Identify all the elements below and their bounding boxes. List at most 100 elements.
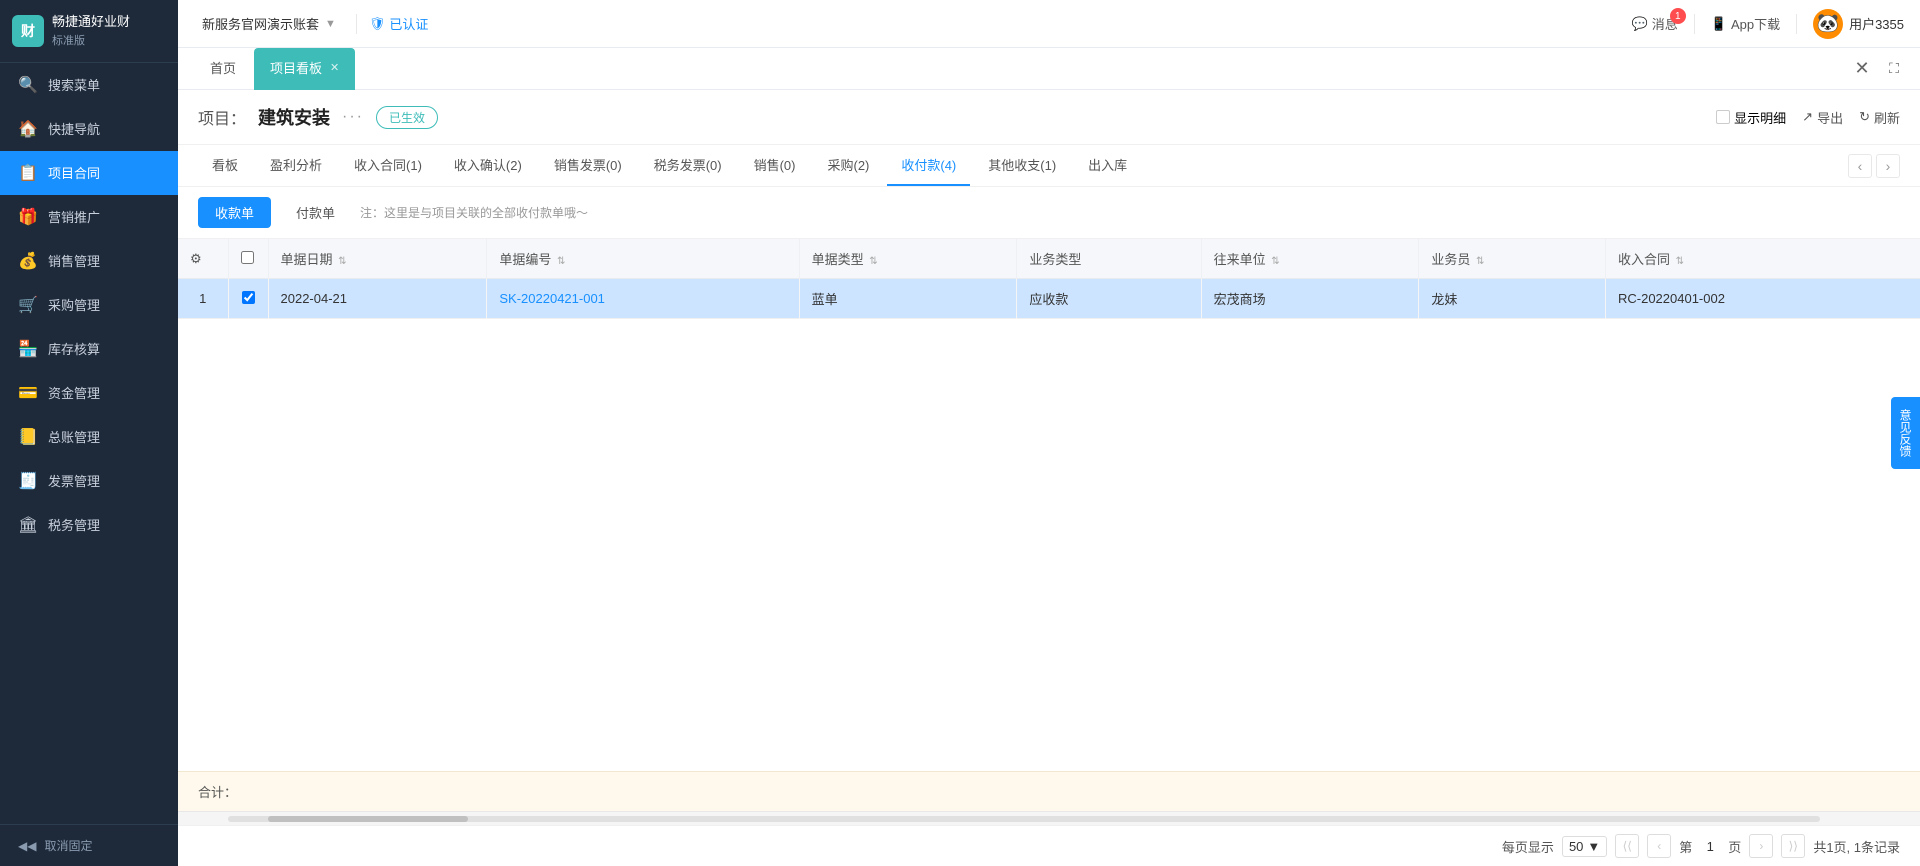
subnav-next-arrow[interactable]: › bbox=[1876, 154, 1900, 178]
more-button[interactable]: ··· bbox=[342, 108, 364, 126]
subnav-tab-income-confirm[interactable]: 收入确认(2) bbox=[440, 145, 536, 186]
col-type-label: 单据类型 bbox=[812, 252, 864, 267]
close-window-button[interactable]: ✕ bbox=[1848, 55, 1876, 83]
subnav-tab-income-contract[interactable]: 收入合同(1) bbox=[340, 145, 436, 186]
pagination: 每页显示 50 ▼ ⟨⟨ ‹ 第 页 › ⟩⟩ 共1页, 1条记录 bbox=[178, 825, 1920, 866]
sidebar-item-label: 销售管理 bbox=[48, 251, 100, 270]
sidebar-item-marketing[interactable]: 🎁 营销推广 bbox=[0, 195, 178, 239]
app-download-button[interactable]: 📱 App下载 bbox=[1711, 14, 1780, 33]
col-header-contract[interactable]: 收入合同 ⇅ bbox=[1605, 239, 1920, 279]
show-detail-checkbox[interactable]: 显示明细 bbox=[1716, 108, 1786, 127]
export-button[interactable]: ↗ 导出 bbox=[1802, 108, 1843, 127]
last-page-button[interactable]: ⟩⟩ bbox=[1781, 834, 1805, 858]
tax-icon: 🏛 bbox=[18, 515, 38, 535]
account-selector[interactable]: 新服务官网演示账套 ▼ bbox=[194, 10, 344, 37]
subtab-payment[interactable]: 付款单 bbox=[279, 197, 352, 228]
subnav-tab-inout[interactable]: 出入库 bbox=[1074, 145, 1141, 186]
cell-type: 蓝单 bbox=[799, 279, 1017, 319]
sidebar-item-sales[interactable]: 💰 销售管理 bbox=[0, 239, 178, 283]
chevron-down-icon: ▼ bbox=[1587, 839, 1600, 854]
verified-badge: 🛡 已认证 bbox=[369, 14, 429, 33]
sidebar-item-label: 税务管理 bbox=[48, 515, 100, 534]
scrollbar-thumb[interactable] bbox=[268, 816, 468, 822]
sidebar-unpin-button[interactable]: ◀◀ 取消固定 bbox=[0, 824, 178, 866]
current-page-input[interactable] bbox=[1700, 839, 1720, 854]
cell-date: 2022-04-21 bbox=[268, 279, 487, 319]
search-icon: 🔍 bbox=[18, 75, 38, 95]
app-title: 畅捷通好业财 bbox=[52, 14, 130, 31]
app-download-label: App下载 bbox=[1731, 14, 1780, 33]
invoice-icon: 🧾 bbox=[18, 471, 38, 491]
per-page-value: 50 bbox=[1569, 839, 1583, 854]
per-page-select[interactable]: 50 ▼ bbox=[1562, 836, 1607, 857]
select-all-checkbox[interactable] bbox=[241, 251, 254, 264]
first-page-button[interactable]: ⟨⟨ bbox=[1615, 834, 1639, 858]
finance-icon: 💳 bbox=[18, 383, 38, 403]
sidebar-item-purchase[interactable]: 🛒 采购管理 bbox=[0, 283, 178, 327]
verified-text: 已认证 bbox=[389, 14, 428, 33]
sidebar-item-finance[interactable]: 💳 资金管理 bbox=[0, 371, 178, 415]
cell-partner: 宏茂商场 bbox=[1201, 279, 1419, 319]
sidebar-scroll: 🔍 搜索菜单 🏠 快捷导航 📋 项目合同 🎁 营销推广 💰 销售管理 🛒 采购管… bbox=[0, 63, 178, 824]
prev-page-button[interactable]: ‹ bbox=[1647, 834, 1671, 858]
subnav-prev-arrow[interactable]: ‹ bbox=[1848, 154, 1872, 178]
next-page-button[interactable]: › bbox=[1749, 834, 1773, 858]
sort-icon-salesperson: ⇅ bbox=[1476, 256, 1484, 267]
sidebar-item-search[interactable]: 🔍 搜索菜单 bbox=[0, 63, 178, 107]
col-header-number[interactable]: 单据编号 ⇅ bbox=[487, 239, 799, 279]
contract-icon: 📋 bbox=[18, 163, 38, 183]
user-menu[interactable]: 🐼 用户3355 bbox=[1813, 9, 1904, 39]
col-salesperson-label: 业务员 bbox=[1431, 252, 1470, 267]
sidebar-item-label: 项目合同 bbox=[48, 163, 100, 182]
tab-home[interactable]: 首页 bbox=[194, 48, 252, 90]
topbar-actions: 💬 消息 1 📱 App下载 🐼 用户3355 bbox=[1632, 9, 1904, 39]
col-header-partner[interactable]: 往来单位 ⇅ bbox=[1201, 239, 1419, 279]
cell-checkbox[interactable] bbox=[228, 279, 268, 319]
subnav-tab-payment[interactable]: 收付款(4) bbox=[887, 145, 970, 186]
feedback-button[interactable]: 意见反馈 bbox=[1891, 397, 1920, 469]
per-page-label: 每页显示 bbox=[1502, 837, 1554, 856]
app-logo: 财 bbox=[12, 15, 44, 47]
message-icon: 💬 bbox=[1632, 16, 1648, 32]
subnav-tab-sales-invoice[interactable]: 销售发票(0) bbox=[540, 145, 636, 186]
col-header-salesperson[interactable]: 业务员 ⇅ bbox=[1419, 239, 1606, 279]
sidebar-item-invoice[interactable]: 🧾 发票管理 bbox=[0, 459, 178, 503]
subnav-tab-board[interactable]: 看板 bbox=[198, 145, 252, 186]
tab-close-icon[interactable]: ✕ bbox=[330, 61, 339, 74]
page-label: 第 bbox=[1679, 837, 1692, 856]
app-title-block: 畅捷通好业财 标准版 bbox=[52, 14, 130, 48]
subnav-tab-sales[interactable]: 销售(0) bbox=[740, 145, 810, 186]
tab-project-board[interactable]: 项目看板 ✕ bbox=[254, 48, 355, 90]
col-header-checkbox[interactable] bbox=[228, 239, 268, 279]
col-header-settings[interactable]: ⚙ bbox=[178, 239, 228, 279]
sidebar-item-quick-nav[interactable]: 🏠 快捷导航 bbox=[0, 107, 178, 151]
cell-number-link[interactable]: SK-20220421-001 bbox=[499, 291, 605, 306]
subtab-receipt[interactable]: 收款单 bbox=[198, 197, 271, 228]
subnav: 看板 盈利分析 收入合同(1) 收入确认(2) 销售发票(0) 税务发票(0) … bbox=[178, 145, 1920, 187]
checkbox-icon[interactable] bbox=[1716, 110, 1730, 124]
subnav-tab-other[interactable]: 其他收支(1) bbox=[974, 145, 1070, 186]
project-label-prefix: 项目： bbox=[198, 105, 246, 129]
sidebar-item-label: 采购管理 bbox=[48, 295, 100, 314]
scrollbar-track[interactable] bbox=[228, 816, 1820, 822]
sidebar-unpin-label: 取消固定 bbox=[44, 837, 92, 854]
account-name: 新服务官网演示账套 bbox=[202, 14, 319, 33]
sidebar-item-project-contract[interactable]: 📋 项目合同 bbox=[0, 151, 178, 195]
subnav-tab-profit[interactable]: 盈利分析 bbox=[256, 145, 336, 186]
sidebar-item-general-ledger[interactable]: 📒 总账管理 bbox=[0, 415, 178, 459]
col-header-type[interactable]: 单据类型 ⇅ bbox=[799, 239, 1017, 279]
sidebar-item-tax[interactable]: 🏛 税务管理 bbox=[0, 503, 178, 547]
sidebar-item-label: 总账管理 bbox=[48, 427, 100, 446]
message-button[interactable]: 💬 消息 1 bbox=[1632, 14, 1678, 33]
subnav-tab-purchase[interactable]: 采购(2) bbox=[813, 145, 883, 186]
shield-icon: 🛡 bbox=[369, 16, 386, 32]
sidebar-item-inventory[interactable]: 🏪 库存核算 bbox=[0, 327, 178, 371]
col-header-date[interactable]: 单据日期 ⇅ bbox=[268, 239, 487, 279]
tabbar-end-actions: ✕ ⛶ bbox=[1848, 55, 1920, 83]
refresh-button[interactable]: ↻ 刷新 bbox=[1859, 108, 1900, 127]
refresh-icon: ↻ bbox=[1859, 109, 1870, 125]
row-checkbox[interactable] bbox=[242, 291, 255, 304]
subnav-tab-tax-invoice[interactable]: 税务发票(0) bbox=[640, 145, 736, 186]
maximize-button[interactable]: ⛶ bbox=[1880, 55, 1908, 83]
settings-icon[interactable]: ⚙ bbox=[190, 251, 202, 266]
